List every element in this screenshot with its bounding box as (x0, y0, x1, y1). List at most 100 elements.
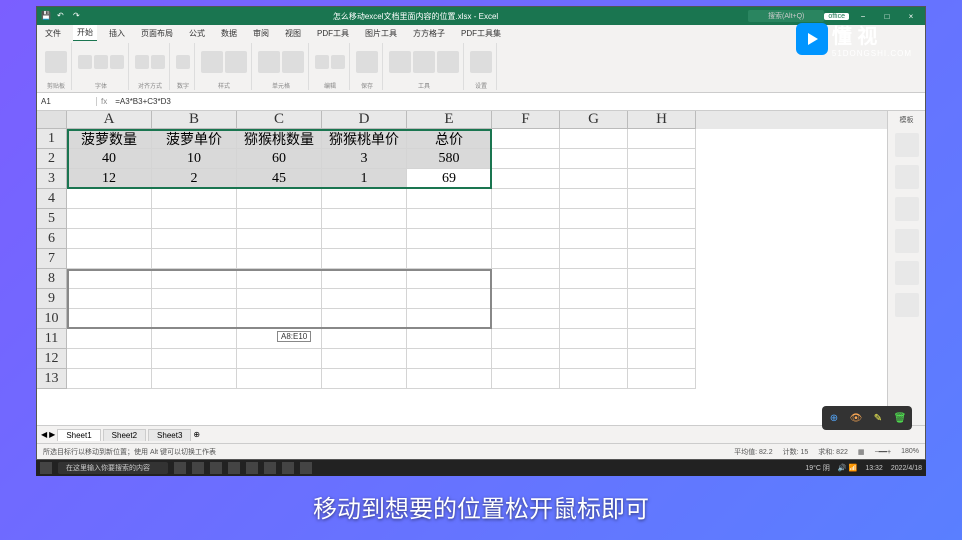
cell-E13[interactable] (407, 369, 492, 389)
cell-A3[interactable]: 12 (67, 169, 152, 189)
cell-A7[interactable] (67, 249, 152, 269)
cell-A9[interactable] (67, 289, 152, 309)
row-header-4[interactable]: 4 (37, 189, 67, 209)
col-E[interactable]: E (407, 111, 492, 129)
sp-item-4[interactable] (895, 261, 919, 285)
cell-C7[interactable] (237, 249, 322, 269)
cell-A4[interactable] (67, 189, 152, 209)
cell-C5[interactable] (237, 209, 322, 229)
bold-icon[interactable] (78, 55, 92, 69)
tab-ffgz[interactable]: 方方格子 (409, 26, 449, 41)
cell-F10[interactable] (492, 309, 560, 329)
zoom-slider[interactable]: −━━+ (874, 448, 891, 456)
tool3-icon[interactable] (437, 51, 459, 73)
row-header-1[interactable]: 1 (37, 129, 67, 149)
cell-A6[interactable] (67, 229, 152, 249)
cell-C13[interactable] (237, 369, 322, 389)
taskbar-search[interactable]: 在这里输入你要搜索的内容 (58, 462, 168, 474)
cell-B2[interactable]: 10 (152, 149, 237, 169)
cond-format-icon[interactable] (201, 51, 223, 73)
cell-D4[interactable] (322, 189, 407, 209)
insert-cell-icon[interactable] (258, 51, 280, 73)
tool2-icon[interactable] (413, 51, 435, 73)
cell-F3[interactable] (492, 169, 560, 189)
grid[interactable]: A B C D E F G H 1菠萝数量菠萝单价猕猴桃数量猕猴桃单价总价240… (37, 111, 887, 425)
row-header-9[interactable]: 9 (37, 289, 67, 309)
cell-E1[interactable]: 总价 (407, 129, 492, 149)
col-H[interactable]: H (628, 111, 696, 129)
ft-expand-icon[interactable]: ⊕ (825, 409, 843, 427)
tb-app-2[interactable] (192, 462, 204, 474)
cell-H9[interactable] (628, 289, 696, 309)
cell-B7[interactable] (152, 249, 237, 269)
tb-app-6[interactable] (264, 462, 276, 474)
col-A[interactable]: A (67, 111, 152, 129)
tab-file[interactable]: 文件 (41, 26, 65, 41)
cell-D10[interactable] (322, 309, 407, 329)
cell-D12[interactable] (322, 349, 407, 369)
cell-E3[interactable]: 69 (407, 169, 492, 189)
cell-B5[interactable] (152, 209, 237, 229)
cell-G8[interactable] (560, 269, 628, 289)
row-header-2[interactable]: 2 (37, 149, 67, 169)
cell-G2[interactable] (560, 149, 628, 169)
percent-icon[interactable] (176, 55, 190, 69)
cell-H4[interactable] (628, 189, 696, 209)
cell-F9[interactable] (492, 289, 560, 309)
cell-B11[interactable] (152, 329, 237, 349)
cell-C12[interactable] (237, 349, 322, 369)
redo-icon[interactable]: ↷ (73, 11, 83, 21)
cell-H6[interactable] (628, 229, 696, 249)
tb-app-5[interactable] (246, 462, 258, 474)
cell-G5[interactable] (560, 209, 628, 229)
row-header-8[interactable]: 8 (37, 269, 67, 289)
cell-E6[interactable] (407, 229, 492, 249)
cell-G12[interactable] (560, 349, 628, 369)
cell-E10[interactable] (407, 309, 492, 329)
cell-A2[interactable]: 40 (67, 149, 152, 169)
tab-pdf2[interactable]: PDF工具集 (457, 26, 505, 41)
cell-H13[interactable] (628, 369, 696, 389)
ft-delete-icon[interactable]: 🗑 (891, 409, 909, 427)
cell-E9[interactable] (407, 289, 492, 309)
cell-B9[interactable] (152, 289, 237, 309)
tool1-icon[interactable] (389, 51, 411, 73)
cell-D13[interactable] (322, 369, 407, 389)
col-F[interactable]: F (492, 111, 560, 129)
cell-F5[interactable] (492, 209, 560, 229)
cell-D5[interactable] (322, 209, 407, 229)
cell-A13[interactable] (67, 369, 152, 389)
italic-icon[interactable] (94, 55, 108, 69)
cell-B10[interactable] (152, 309, 237, 329)
formula-input[interactable]: =A3*B3+C3*D3 (111, 97, 925, 106)
tb-app-3[interactable] (210, 462, 222, 474)
cell-F1[interactable] (492, 129, 560, 149)
tb-app-1[interactable] (174, 462, 186, 474)
tb-app-7[interactable] (282, 462, 294, 474)
sheet-tab-1[interactable]: Sheet1 (57, 429, 100, 441)
cell-G3[interactable] (560, 169, 628, 189)
cell-B3[interactable]: 2 (152, 169, 237, 189)
cell-D11[interactable] (322, 329, 407, 349)
tab-insert[interactable]: 插入 (105, 26, 129, 41)
zoom-level[interactable]: 180% (901, 448, 919, 455)
sheet-tab-3[interactable]: Sheet3 (148, 429, 191, 441)
sheet-add[interactable]: ⊕ (193, 430, 200, 439)
cell-F13[interactable] (492, 369, 560, 389)
cell-E2[interactable]: 580 (407, 149, 492, 169)
table-format-icon[interactable] (225, 51, 247, 73)
cell-F2[interactable] (492, 149, 560, 169)
row-header-11[interactable]: 11 (37, 329, 67, 349)
cell-H10[interactable] (628, 309, 696, 329)
cell-H2[interactable] (628, 149, 696, 169)
cell-E12[interactable] (407, 349, 492, 369)
row-header-6[interactable]: 6 (37, 229, 67, 249)
cell-G11[interactable] (560, 329, 628, 349)
cell-A10[interactable] (67, 309, 152, 329)
underline-icon[interactable] (110, 55, 124, 69)
cell-F8[interactable] (492, 269, 560, 289)
cell-E7[interactable] (407, 249, 492, 269)
sheet-tab-2[interactable]: Sheet2 (103, 429, 146, 441)
tab-pic[interactable]: 图片工具 (361, 26, 401, 41)
cell-F12[interactable] (492, 349, 560, 369)
